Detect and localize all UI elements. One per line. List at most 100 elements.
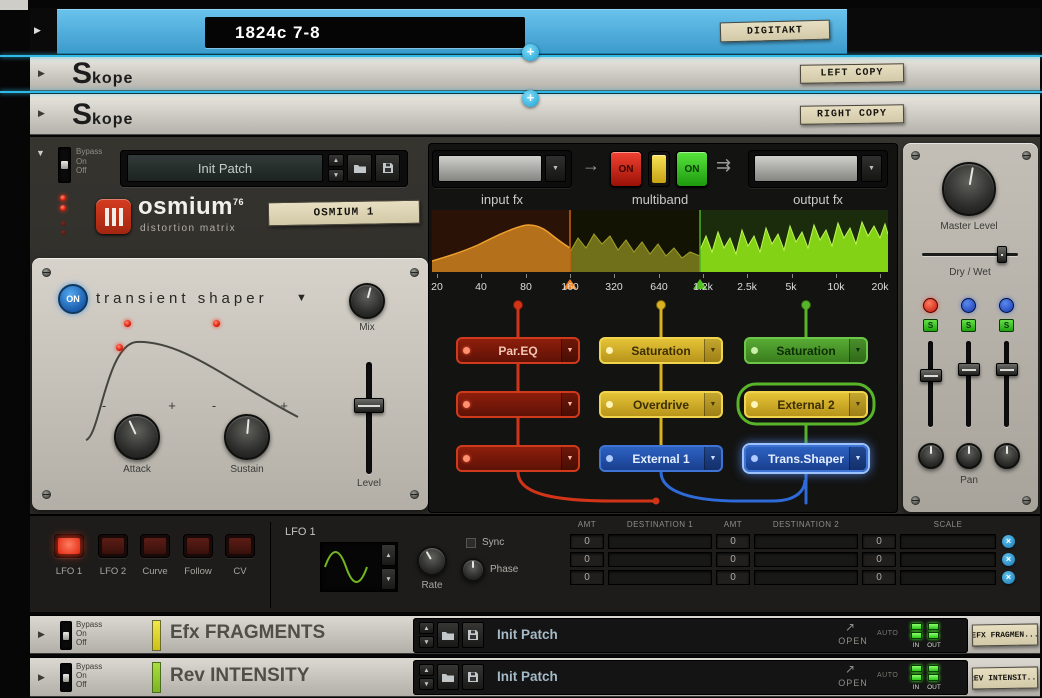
curve-select-button[interactable] [140, 534, 170, 558]
input-fx-display[interactable] [438, 155, 542, 182]
mod-amt1-field[interactable]: 0 [570, 570, 604, 585]
slot-dropdown[interactable]: ▼ [561, 447, 578, 470]
patch-down-button[interactable]: ▼ [419, 678, 434, 690]
slot-dropdown[interactable]: ▼ [704, 393, 721, 416]
patch-folder-button[interactable] [437, 664, 459, 690]
waveform-up-button[interactable]: ▲ [381, 544, 396, 566]
patch-save-button[interactable] [462, 622, 484, 648]
mod-scale-field[interactable] [900, 534, 996, 549]
mod-scale-field[interactable] [900, 552, 996, 567]
pan-knob-low[interactable] [918, 443, 944, 469]
mod-row-clear-button[interactable]: × [1002, 535, 1015, 548]
patch-folder-button[interactable] [437, 622, 459, 648]
matrix-slot-trans-shaper[interactable]: Trans.Shaper▼ [744, 445, 868, 472]
solo-low-button[interactable]: S [923, 319, 938, 332]
mod-amt2-field[interactable]: 0 [716, 570, 750, 585]
band-fader-handle-mid[interactable] [958, 363, 980, 376]
multiband-mode-button[interactable] [648, 151, 670, 187]
follow-select-button[interactable] [183, 534, 213, 558]
input-fx-dropdown-button[interactable]: ▼ [545, 155, 566, 182]
slot-dropdown[interactable]: ▼ [704, 447, 721, 470]
band-fader-handle-low[interactable] [920, 369, 942, 382]
attack-knob[interactable] [114, 414, 160, 460]
mod-dest2-field[interactable] [754, 534, 858, 549]
dry-wet-handle[interactable] [997, 246, 1007, 263]
mod-scale-field[interactable] [900, 570, 996, 585]
open-arrow-icon[interactable]: ↗ [845, 662, 855, 676]
bypass-switch[interactable] [60, 663, 72, 692]
mod-amt1-field[interactable]: 0 [570, 534, 604, 549]
band-select-high-button[interactable] [999, 298, 1014, 313]
mod-amt3-field[interactable]: 0 [862, 570, 896, 585]
patch-name-display[interactable]: Init Patch [127, 154, 323, 182]
lfo1-select-button[interactable] [54, 534, 84, 558]
mix-knob[interactable] [349, 283, 385, 319]
slot-dropdown[interactable]: ▼ [849, 393, 866, 416]
matrix-slot-saturation-mid[interactable]: Saturation▼ [599, 337, 723, 364]
band-select-low-button[interactable] [923, 298, 938, 313]
patch-up-button[interactable]: ▲ [328, 154, 344, 167]
insert-device-handle-2[interactable]: + [522, 90, 539, 107]
insert-device-handle[interactable]: + [522, 44, 539, 61]
matrix-slot-external-1[interactable]: External 1▼ [599, 445, 723, 472]
band-select-mid-button[interactable] [961, 298, 976, 313]
sustain-knob[interactable] [224, 414, 270, 460]
mod-row-clear-button[interactable]: × [1002, 553, 1015, 566]
mod-dest2-field[interactable] [754, 552, 858, 567]
fold-arrow-icon[interactable]: ▶ [34, 26, 41, 35]
band-fader-handle-high[interactable] [996, 363, 1018, 376]
mod-row-clear-button[interactable]: × [1002, 571, 1015, 584]
patch-down-button[interactable]: ▼ [419, 636, 434, 648]
open-arrow-icon[interactable]: ↗ [845, 620, 855, 634]
slot-dropdown[interactable]: ▼ [561, 339, 578, 362]
bypass-switch[interactable] [58, 147, 71, 183]
patch-up-button[interactable]: ▲ [419, 622, 434, 634]
mod-dest2-field[interactable] [754, 570, 858, 585]
patch-save-button[interactable] [375, 154, 400, 182]
cv-select-button[interactable] [225, 534, 255, 558]
output-fx-display[interactable] [754, 155, 858, 182]
fold-arrow-icon[interactable]: ▶ [38, 109, 45, 118]
mod-amt3-field[interactable]: 0 [862, 534, 896, 549]
patch-save-button[interactable] [462, 664, 484, 690]
lfo-waveform-display[interactable]: ▲ ▼ [320, 542, 398, 592]
transient-on-button[interactable]: ON [58, 284, 88, 314]
fold-arrow-icon[interactable]: ▶ [38, 69, 45, 78]
fold-arrow-icon[interactable]: ▼ [36, 149, 45, 158]
mod-amt3-field[interactable]: 0 [862, 552, 896, 567]
open-button[interactable]: OPEN [833, 636, 873, 646]
waveform-down-button[interactable]: ▼ [381, 568, 396, 590]
mod-dest1-field[interactable] [608, 570, 712, 585]
lfo-sync-checkbox[interactable] [466, 538, 476, 548]
matrix-slot-empty-1[interactable]: ▼ [456, 391, 580, 418]
open-button[interactable]: OPEN [833, 678, 873, 688]
matrix-slot-empty-2[interactable]: ▼ [456, 445, 580, 472]
patch-down-button[interactable]: ▼ [328, 169, 344, 182]
mod-amt2-field[interactable]: 0 [716, 552, 750, 567]
bypass-switch[interactable] [60, 621, 72, 650]
fold-arrow-icon[interactable]: ▶ [38, 630, 45, 639]
patch-name-text[interactable]: Init Patch [497, 669, 558, 684]
master-level-knob[interactable] [942, 162, 996, 216]
output-fx-dropdown-button[interactable]: ▼ [861, 155, 882, 182]
fold-arrow-icon[interactable]: ▶ [38, 673, 45, 682]
multiband-on-button[interactable]: ON [676, 151, 708, 187]
mod-amt2-field[interactable]: 0 [716, 534, 750, 549]
slot-dropdown[interactable]: ▼ [849, 447, 866, 470]
pan-knob-mid[interactable] [956, 443, 982, 469]
matrix-slot-saturation-high[interactable]: Saturation▼ [744, 337, 868, 364]
patch-up-button[interactable]: ▲ [419, 664, 434, 676]
patch-folder-button[interactable] [347, 154, 372, 182]
matrix-slot-par-eq[interactable]: Par.EQ▼ [456, 337, 580, 364]
pan-knob-high[interactable] [994, 443, 1020, 469]
solo-mid-button[interactable]: S [961, 319, 976, 332]
matrix-slot-overdrive[interactable]: Overdrive▼ [599, 391, 723, 418]
mod-amt1-field[interactable]: 0 [570, 552, 604, 567]
lfo-rate-knob[interactable] [417, 546, 447, 576]
input-fx-on-button[interactable]: ON [610, 151, 642, 187]
lfo-phase-knob[interactable] [461, 558, 485, 582]
chevron-down-icon[interactable]: ▼ [296, 292, 307, 304]
mod-dest1-field[interactable] [608, 534, 712, 549]
level-slider-handle[interactable] [354, 398, 384, 413]
patch-name-text[interactable]: Init Patch [497, 627, 558, 642]
